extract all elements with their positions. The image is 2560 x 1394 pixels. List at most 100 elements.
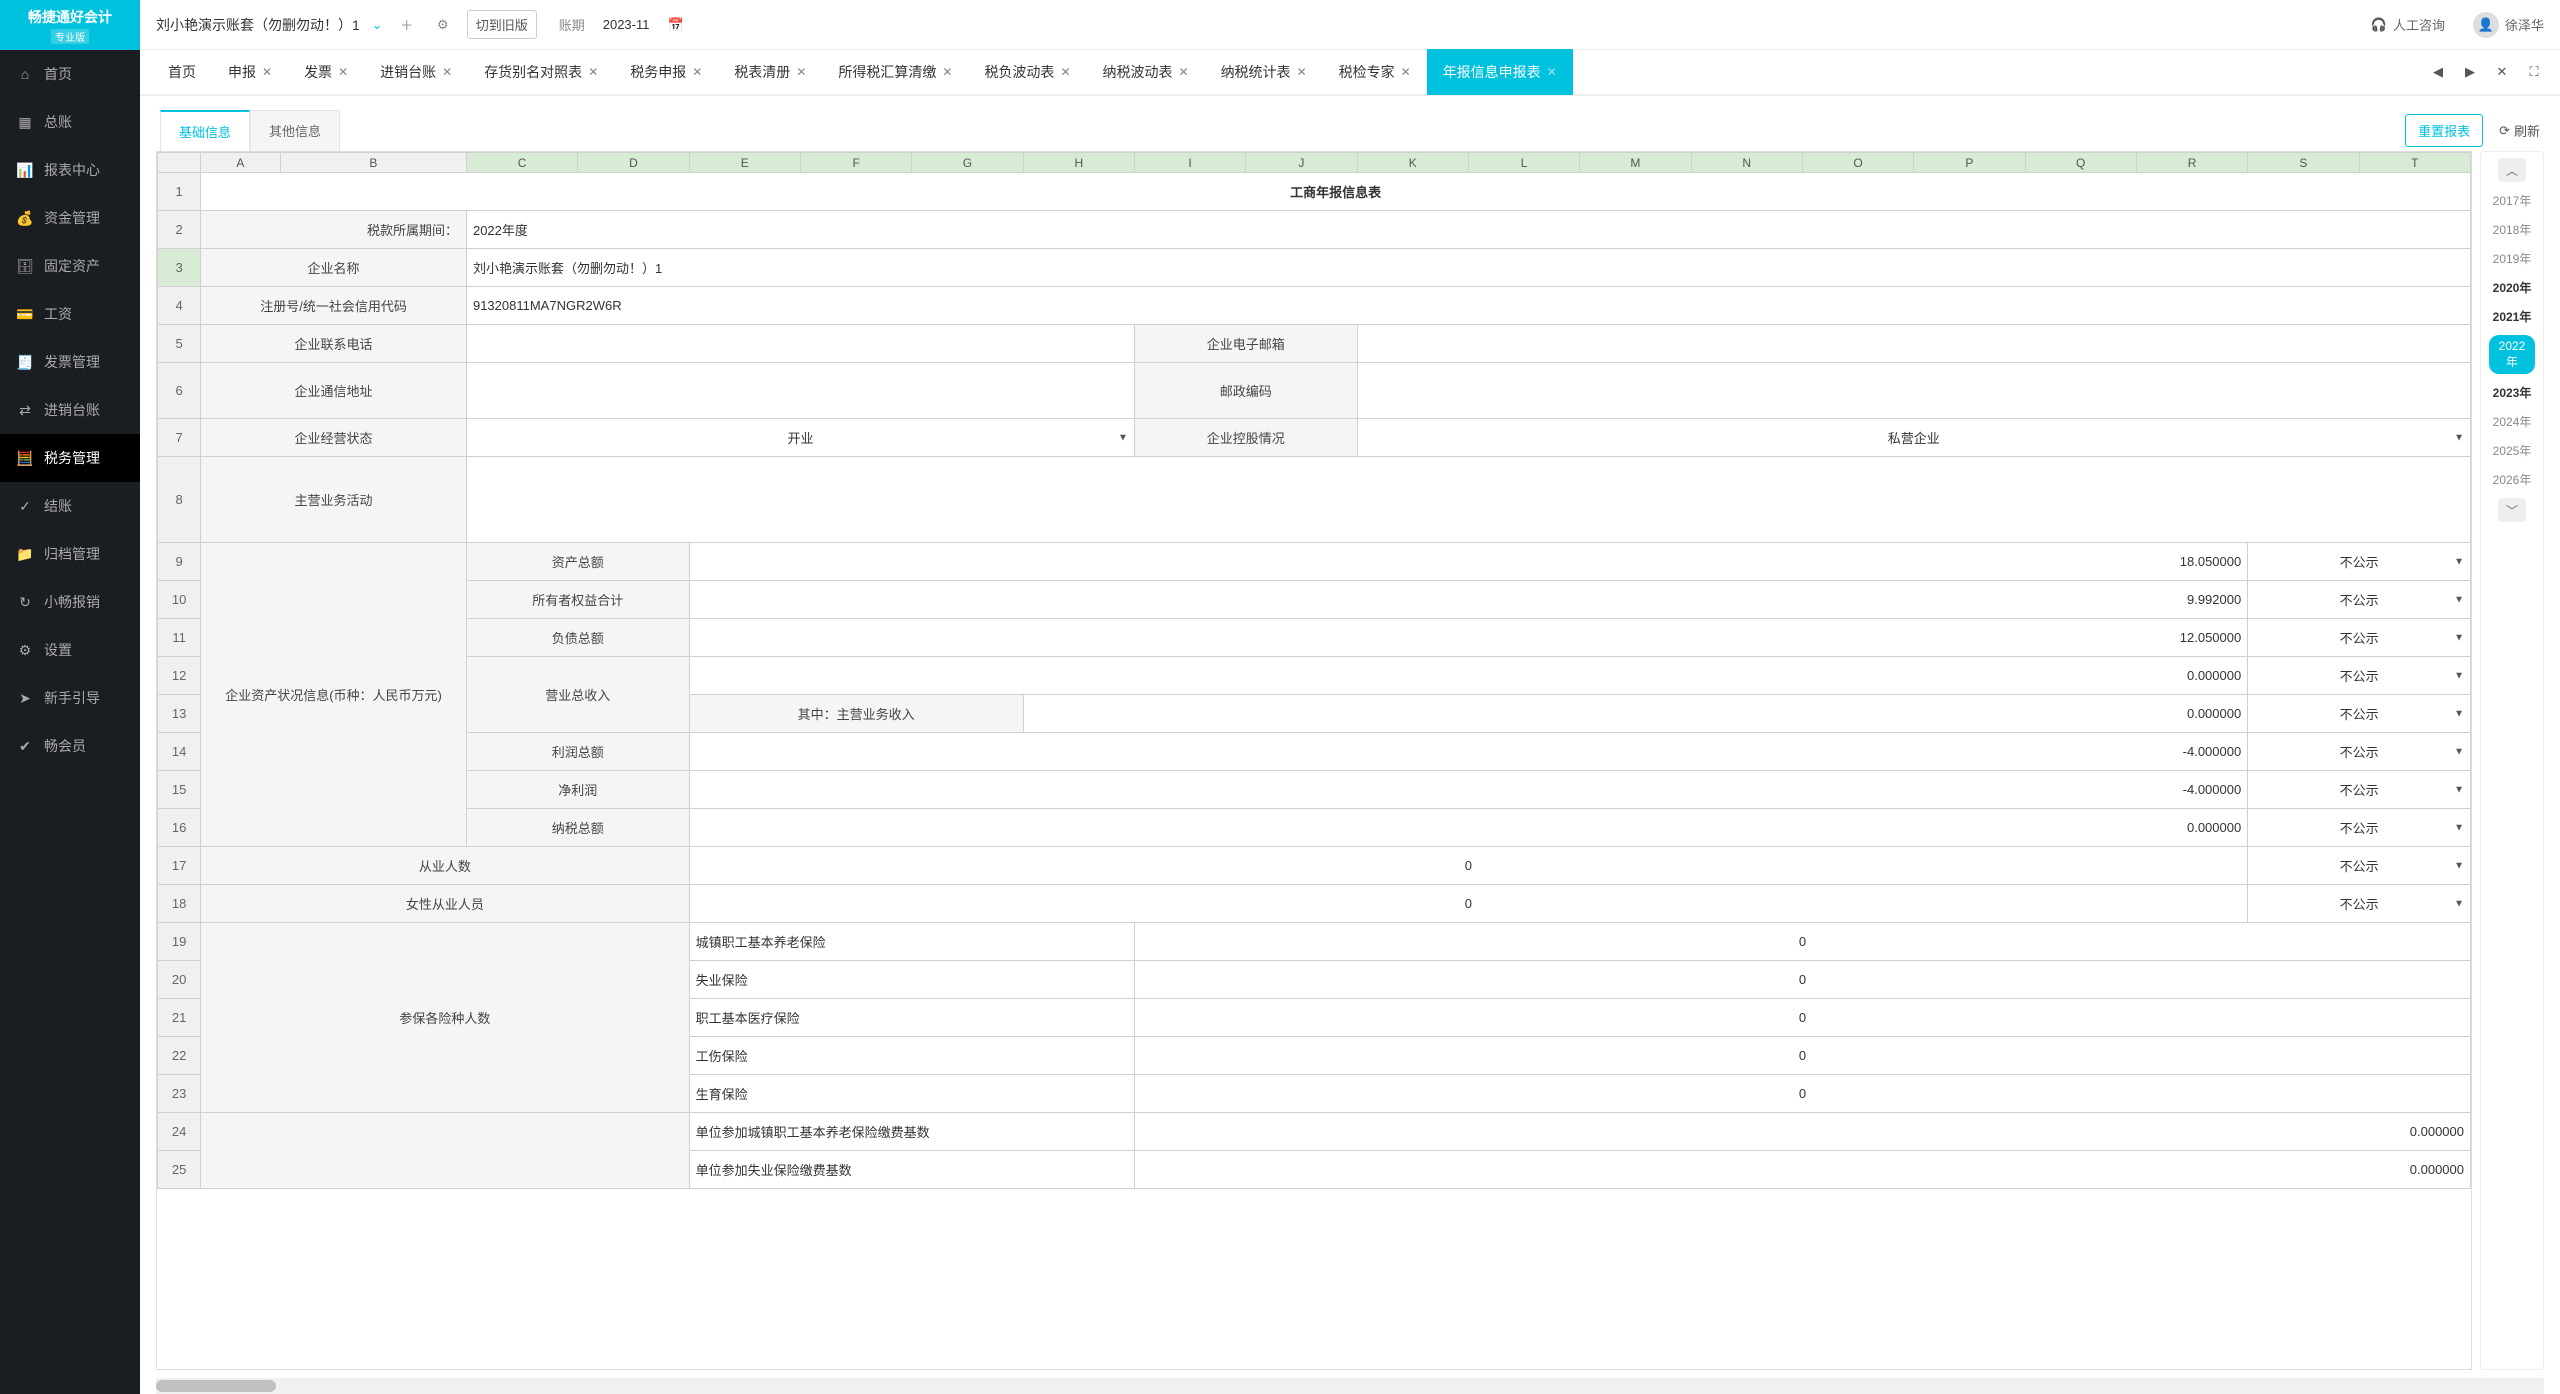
row-header-7[interactable]: 7 [158, 419, 201, 457]
visibility-dropdown[interactable]: 不公示▼ [2248, 847, 2471, 885]
visibility-dropdown[interactable]: 不公示▼ [2248, 885, 2471, 923]
field-value[interactable]: -4.000000 [689, 771, 2248, 809]
sidebar-item-chart[interactable]: 📊报表中心 [0, 146, 140, 194]
col-header-J[interactable]: J [1246, 153, 1357, 173]
col-header-T[interactable]: T [2359, 153, 2470, 173]
row-header-6[interactable]: 6 [158, 363, 201, 419]
year-2021年[interactable]: 2021年 [2481, 302, 2543, 331]
holding-dropdown[interactable]: 私营企业▼ [1357, 419, 2470, 457]
period-value[interactable]: 2023-11 [603, 17, 650, 32]
col-header-M[interactable]: M [1580, 153, 1691, 173]
row-header-13[interactable]: 13 [158, 695, 201, 733]
col-header-L[interactable]: L [1468, 153, 1579, 173]
col-header-G[interactable]: G [912, 153, 1023, 173]
tab-11[interactable]: 税检专家✕ [1323, 49, 1427, 95]
visibility-dropdown[interactable]: 不公示▼ [2248, 581, 2471, 619]
sidebar-item-expense[interactable]: ↻小畅报销 [0, 578, 140, 626]
visibility-dropdown[interactable]: 不公示▼ [2248, 695, 2471, 733]
sidebar-item-home[interactable]: ⌂首页 [0, 50, 140, 98]
close-icon[interactable]: ✕ [692, 65, 702, 79]
reg-code-value[interactable]: 91320811MA7NGR2W6R [466, 287, 2470, 325]
col-header-D[interactable]: D [578, 153, 689, 173]
field-value[interactable]: 0.000000 [689, 657, 2248, 695]
postcode-input[interactable] [1357, 363, 2470, 419]
spreadsheet[interactable]: ABCDEFGHIJKLMNOPQRST 1工商年报信息表2税款所属期间：202… [156, 151, 2472, 1370]
employee-value[interactable]: 0 [689, 847, 2248, 885]
year-2018年[interactable]: 2018年 [2481, 215, 2543, 244]
visibility-dropdown[interactable]: 不公示▼ [2248, 657, 2471, 695]
col-header-R[interactable]: R [2136, 153, 2247, 173]
row-header-1[interactable]: 1 [158, 173, 201, 211]
close-icon[interactable]: ✕ [442, 65, 452, 79]
company-name-input[interactable]: 刘小艳演示账套（勿删勿动！）1 [466, 249, 2470, 287]
sidebar-item-salary[interactable]: 💳工资 [0, 290, 140, 338]
col-header-O[interactable]: O [1802, 153, 1913, 173]
insurance-value[interactable]: 0 [1134, 923, 2470, 961]
row-header-4[interactable]: 4 [158, 287, 201, 325]
insurance-value[interactable]: 0 [1134, 961, 2470, 999]
tab-6[interactable]: 税表清册✕ [718, 49, 822, 95]
close-icon[interactable]: ✕ [942, 65, 952, 79]
tabs-close-all-icon[interactable]: ✕ [2488, 58, 2516, 86]
subtab-0[interactable]: 基础信息 [160, 110, 250, 151]
row-header-21[interactable]: 21 [158, 999, 201, 1037]
sidebar-item-guide[interactable]: ➤新手引导 [0, 674, 140, 722]
sidebar-item-archive[interactable]: 📁归档管理 [0, 530, 140, 578]
tabs-next-icon[interactable]: ▶ [2456, 58, 2484, 86]
period-value[interactable]: 2022年度 [466, 211, 2470, 249]
sidebar-item-tax[interactable]: 🧮税务管理 [0, 434, 140, 482]
field-value[interactable]: 0.000000 [1023, 695, 2248, 733]
row-header-18[interactable]: 18 [158, 885, 201, 923]
row-header-23[interactable]: 23 [158, 1075, 201, 1113]
tabs-prev-icon[interactable]: ◀ [2424, 58, 2452, 86]
row-header-10[interactable]: 10 [158, 581, 201, 619]
tab-12[interactable]: 年报信息申报表✕ [1427, 49, 1573, 95]
contribution-value[interactable]: 0.000000 [1134, 1151, 2470, 1189]
field-value[interactable]: 9.992000 [689, 581, 2248, 619]
select-all-corner[interactable] [158, 153, 201, 173]
gear-icon[interactable]: ⚙ [431, 13, 455, 37]
col-header-F[interactable]: F [800, 153, 911, 173]
add-icon[interactable]: ＋ [395, 13, 419, 37]
sidebar-item-gear[interactable]: ⚙设置 [0, 626, 140, 674]
sidebar-item-inout[interactable]: ⇄进销台账 [0, 386, 140, 434]
close-icon[interactable]: ✕ [1179, 65, 1189, 79]
year-2022年[interactable]: 2022年 [2489, 335, 2535, 374]
visibility-dropdown[interactable]: 不公示▼ [2248, 771, 2471, 809]
reset-report-button[interactable]: 重置报表 [2405, 114, 2483, 147]
main-biz-input[interactable] [466, 457, 2470, 543]
row-header-14[interactable]: 14 [158, 733, 201, 771]
status-dropdown[interactable]: 开业▼ [466, 419, 1134, 457]
sidebar-item-invoice[interactable]: 🧾发票管理 [0, 338, 140, 386]
row-header-3[interactable]: 3 [158, 249, 201, 287]
close-icon[interactable]: ✕ [1297, 65, 1307, 79]
tab-9[interactable]: 纳税波动表✕ [1087, 49, 1205, 95]
tab-8[interactable]: 税负波动表✕ [968, 49, 1086, 95]
year-2026年[interactable]: 2026年 [2481, 465, 2543, 494]
col-header-B[interactable]: B [280, 153, 466, 173]
col-header-I[interactable]: I [1134, 153, 1245, 173]
close-icon[interactable]: ✕ [1547, 65, 1557, 79]
horizontal-scrollbar[interactable] [156, 1378, 2544, 1394]
contribution-value[interactable]: 0.000000 [1134, 1113, 2470, 1151]
close-icon[interactable]: ✕ [588, 65, 598, 79]
scrollbar-thumb[interactable] [156, 1380, 276, 1392]
row-header-20[interactable]: 20 [158, 961, 201, 999]
calendar-icon[interactable]: 📅 [667, 17, 683, 33]
sidebar-item-asset[interactable]: 🗄固定资产 [0, 242, 140, 290]
tab-7[interactable]: 所得税汇算清缴✕ [822, 49, 968, 95]
phone-input[interactable] [466, 325, 1134, 363]
row-header-5[interactable]: 5 [158, 325, 201, 363]
sidebar-item-ledger[interactable]: ▦总账 [0, 98, 140, 146]
sidebar-item-fund[interactable]: 💰资金管理 [0, 194, 140, 242]
tab-4[interactable]: 存货别名对照表✕ [468, 49, 614, 95]
field-value[interactable]: -4.000000 [689, 733, 2248, 771]
col-header-N[interactable]: N [1691, 153, 1802, 173]
year-2025年[interactable]: 2025年 [2481, 436, 2543, 465]
year-2024年[interactable]: 2024年 [2481, 407, 2543, 436]
year-up-icon[interactable]: ︿ [2498, 158, 2526, 182]
row-header-15[interactable]: 15 [158, 771, 201, 809]
female-employee-value[interactable]: 0 [689, 885, 2248, 923]
row-header-22[interactable]: 22 [158, 1037, 201, 1075]
row-header-25[interactable]: 25 [158, 1151, 201, 1189]
